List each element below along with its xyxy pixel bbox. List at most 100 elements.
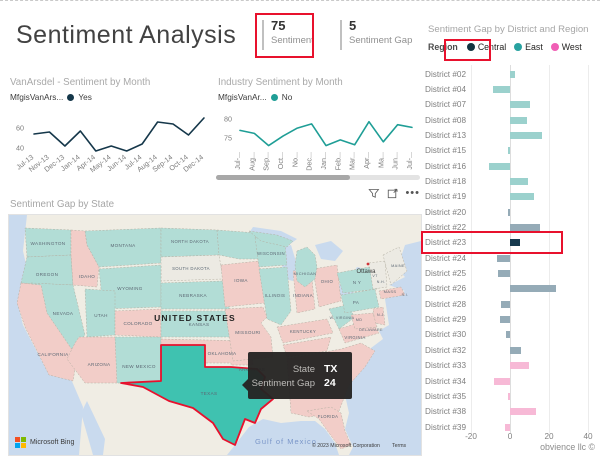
district-row[interactable]: District #32 [420, 343, 600, 358]
filter-icon[interactable] [368, 187, 380, 200]
district-bar[interactable] [505, 423, 510, 431]
district-row[interactable]: District #25 [420, 266, 600, 281]
district-bar[interactable] [510, 101, 530, 109]
district-bar[interactable] [498, 270, 510, 278]
map-terms-link[interactable]: Terms [392, 443, 407, 449]
district-row[interactable]: District #15 [420, 143, 600, 158]
visual-title: Sentiment Gap by District and Region [428, 24, 589, 35]
district-bar[interactable] [510, 70, 515, 78]
district-bar[interactable] [506, 331, 510, 339]
district-row[interactable]: District #26 [420, 281, 600, 296]
h-scrollbar-thumb[interactable] [216, 175, 350, 180]
svg-text:Dec...: Dec... [305, 152, 314, 171]
vanarsdel-line-chart[interactable]: VanArsdel - Sentiment by Month MfgisVanA… [8, 77, 210, 189]
district-row[interactable]: District #13 [420, 128, 600, 143]
bing-logo: Microsoft Bing [15, 437, 74, 448]
district-label: District #39 [425, 422, 466, 432]
state-iowa[interactable] [220, 260, 266, 308]
district-row[interactable]: District #07 [420, 97, 600, 112]
industry-line-chart[interactable]: Industry Sentiment by Month MfgisVanAr..… [216, 77, 420, 189]
map-state-label: MICHIGAN [294, 271, 317, 276]
district-bar[interactable] [508, 392, 510, 400]
district-row[interactable]: District #19 [420, 189, 600, 204]
district-bar[interactable] [500, 316, 510, 324]
district-bar[interactable] [508, 208, 510, 216]
district-row[interactable]: District #30 [420, 327, 600, 342]
visual-title: VanArsdel - Sentiment by Month [10, 77, 151, 88]
district-row[interactable]: District #28 [420, 297, 600, 312]
kpi-sentiment[interactable]: 75 Sentiment [262, 17, 342, 53]
svg-text:Aug...: Aug... [247, 152, 256, 171]
district-bar[interactable] [497, 254, 510, 262]
tooltip-label: State [292, 363, 315, 375]
vanarsdel-plot: 4060Jul-13Nov-13Dec-13Jan-14Apr-14May-14… [14, 117, 205, 174]
legend-item-west[interactable]: West [550, 42, 582, 52]
filled-map[interactable]: WASHINGTON OREGON IDAHO MONTANA NORTH DAKOTA… [8, 214, 422, 456]
district-bar[interactable] [493, 85, 510, 93]
district-bar[interactable] [510, 362, 529, 370]
district-bar[interactable] [510, 224, 541, 231]
district-row[interactable]: District #04 [420, 82, 600, 97]
district-bar[interactable] [510, 116, 527, 124]
district-label: District #19 [425, 192, 466, 202]
legend-field-label: MfgisVanAr... [218, 92, 267, 102]
more-options-icon[interactable]: ••• [405, 188, 420, 199]
district-bar[interactable] [510, 193, 535, 201]
district-bar[interactable] [494, 377, 510, 385]
district-row[interactable]: District #24 [420, 251, 600, 266]
district-bar[interactable] [510, 239, 520, 247]
district-row[interactable]: District #33 [420, 358, 600, 373]
region-legend: Region Central East West [428, 42, 582, 52]
kpi-value: 5 [349, 18, 357, 33]
map-state-label: INDIANA [293, 293, 313, 298]
kpi-sentiment-gap[interactable]: 5 Sentiment Gap [340, 17, 420, 53]
district-bar[interactable] [510, 285, 556, 293]
map-state-label: KENTUCKY [290, 329, 316, 334]
district-row[interactable]: District #29 [420, 312, 600, 327]
legend-value-label: No [281, 92, 293, 102]
map-state-label: WASHINGTON [31, 241, 66, 246]
map-state-label: UTAH [94, 313, 108, 318]
district-bar[interactable] [510, 131, 543, 139]
map-state-label: CALIFORNIA [37, 352, 69, 357]
district-label: District #38 [425, 407, 466, 417]
svg-text:Oct...: Oct... [276, 152, 285, 169]
district-label: District #16 [425, 161, 466, 171]
map-state-label: DELAWARE [359, 328, 383, 332]
district-bar[interactable] [501, 300, 510, 308]
state-new-mexico[interactable] [114, 336, 162, 384]
district-bar[interactable] [510, 177, 528, 185]
district-bar[interactable] [510, 408, 537, 416]
district-row[interactable]: District #16 [420, 159, 600, 174]
legend-item-east[interactable]: East [514, 42, 543, 52]
district-row[interactable]: District #02 [420, 67, 600, 82]
district-row[interactable]: District #20 [420, 205, 600, 220]
district-row[interactable]: District #23 [420, 235, 600, 250]
map-state-label: MD [356, 318, 363, 322]
district-bar[interactable] [510, 346, 521, 354]
map-state-label: IOWA [234, 278, 248, 283]
focus-mode-icon[interactable] [387, 187, 399, 200]
legend-items: Central East West [466, 42, 582, 52]
district-bar[interactable] [508, 147, 510, 155]
state-oregon[interactable] [20, 254, 74, 286]
district-label: District #28 [425, 299, 466, 309]
us-map: WASHINGTON OREGON IDAHO MONTANA NORTH DAKOTA… [9, 215, 421, 455]
district-row[interactable]: District #39 [420, 420, 600, 435]
district-row[interactable]: District #22 [420, 220, 600, 235]
district-row[interactable]: District #35 [420, 389, 600, 404]
legend-item-central[interactable]: Central [466, 42, 506, 52]
map-state-label: N.H. [377, 280, 386, 284]
map-state-label: OHIO [321, 279, 334, 284]
tooltip-row: State TX [248, 363, 342, 375]
bing-logo-label: Microsoft Bing [30, 439, 75, 446]
district-row[interactable]: District #18 [420, 174, 600, 189]
district-label: District #23 [425, 238, 466, 248]
district-bar[interactable] [488, 162, 510, 170]
kpi-label: Sentiment Gap [349, 35, 413, 46]
district-row[interactable]: District #34 [420, 374, 600, 389]
district-bar-chart[interactable]: Sentiment Gap by District and Region Reg… [420, 1, 600, 461]
district-row[interactable]: District #38 [420, 404, 600, 419]
district-label: District #13 [425, 130, 466, 140]
district-row[interactable]: District #08 [420, 113, 600, 128]
